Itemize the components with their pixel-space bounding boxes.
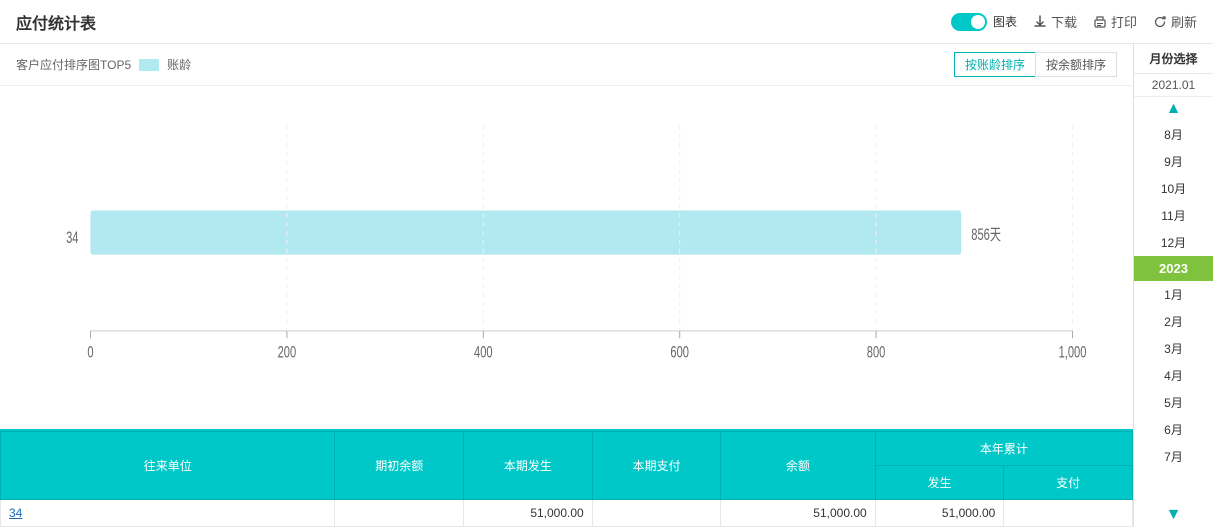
month-item-4[interactable]: 4月 (1134, 362, 1213, 389)
right-sidebar: 月份选择 2021.01 ▲ 8月 9月 10月 11月 12月 2023 1月… (1133, 44, 1213, 527)
main-content: 客户应付排序图TOP5 账龄 按账龄排序 按余额排序 34 856天 (0, 44, 1213, 527)
col-balance: 余额 (721, 432, 875, 500)
cell-balance: 51,000.00 (721, 500, 875, 527)
month-item-3[interactable]: 3月 (1134, 335, 1213, 362)
month-item-5[interactable]: 5月 (1134, 389, 1213, 416)
refresh-button[interactable]: 刷新 (1153, 12, 1197, 31)
month-item-11[interactable]: 11月 (1134, 202, 1213, 229)
scroll-up-button[interactable]: ▲ (1134, 97, 1213, 121)
col-unit: 往来单位 (1, 432, 335, 500)
page-title: 应付统计表 (16, 10, 96, 34)
col-ytd-label: 本年累计 (875, 432, 1132, 466)
bar-chart: 34 856天 0 200 400 600 (50, 96, 1113, 419)
year-badge-2023[interactable]: 2023 (1134, 256, 1213, 281)
col-ytd-occur: 发生 (875, 466, 1004, 500)
app-container: 应付统计表 图表 下载 打印 刷新 (0, 0, 1213, 527)
chart-header: 客户应付排序图TOP5 账龄 按账龄排序 按余额排序 (0, 44, 1133, 86)
month-item-12[interactable]: 12月 (1134, 229, 1213, 256)
table-wrapper: 往来单位 期初余额 本期发生 本期支付 余额 本年累计 发生 支付 (0, 431, 1133, 527)
scroll-down-button[interactable]: ▼ (1134, 503, 1213, 527)
cell-opening (335, 500, 464, 527)
table-section: 往来单位 期初余额 本期发生 本期支付 余额 本年累计 发生 支付 (0, 429, 1133, 527)
cell-unit: 34 (1, 500, 335, 527)
header-actions: 图表 下载 打印 刷新 (951, 12, 1197, 31)
legend-text: 客户应付排序图TOP5 (16, 56, 131, 73)
month-item-6[interactable]: 6月 (1134, 416, 1213, 443)
chart-toggle-wrap: 图表 (951, 13, 1017, 31)
col-ytd-pay: 支付 (1004, 466, 1133, 500)
chart-panel: 客户应付排序图TOP5 账龄 按账龄排序 按余额排序 34 856天 (0, 44, 1133, 527)
sidebar-year[interactable]: 2021.01 (1134, 74, 1213, 97)
month-item-9[interactable]: 9月 (1134, 148, 1213, 175)
cell-ytd-pay (1004, 500, 1133, 527)
refresh-icon (1153, 15, 1167, 29)
cell-current-occur: 51,000.00 (464, 500, 593, 527)
month-item-7[interactable]: 7月 (1134, 443, 1213, 470)
chart-area: 34 856天 0 200 400 600 (0, 86, 1133, 429)
unit-link[interactable]: 34 (9, 506, 22, 520)
table-row: 34 51,000.00 51,000.00 51,000.00 (1, 500, 1133, 527)
col-current-occur: 本期发生 (464, 432, 593, 500)
svg-text:0: 0 (87, 342, 93, 361)
chart-sort-buttons: 按账龄排序 按余额排序 (954, 52, 1117, 77)
chart-toggle[interactable] (951, 13, 987, 31)
print-icon (1093, 15, 1107, 29)
month-list: 8月 9月 10月 11月 12月 2023 1月 2月 3月 4月 5月 6月… (1134, 121, 1213, 503)
svg-text:34: 34 (66, 228, 79, 247)
svg-text:1,000: 1,000 (1059, 342, 1087, 361)
download-button[interactable]: 下载 (1033, 12, 1077, 31)
month-item-2[interactable]: 2月 (1134, 308, 1213, 335)
sort-by-balance-button[interactable]: 按余额排序 (1035, 52, 1117, 77)
chart-legend: 客户应付排序图TOP5 账龄 (16, 56, 191, 73)
svg-text:400: 400 (474, 342, 493, 361)
col-current-pay: 本期支付 (592, 432, 721, 500)
chart-toggle-label: 图表 (993, 13, 1017, 30)
sidebar-header: 月份选择 (1134, 44, 1213, 74)
svg-text:600: 600 (670, 342, 689, 361)
data-table: 往来单位 期初余额 本期发生 本期支付 余额 本年累计 发生 支付 (0, 431, 1133, 527)
cell-current-pay (592, 500, 721, 527)
svg-text:856天: 856天 (971, 225, 1001, 244)
legend-box (139, 59, 159, 71)
cell-ytd-occur: 51,000.00 (875, 500, 1004, 527)
month-item-8[interactable]: 8月 (1134, 121, 1213, 148)
download-icon (1033, 15, 1047, 29)
svg-text:800: 800 (867, 342, 886, 361)
print-button[interactable]: 打印 (1093, 12, 1137, 31)
sort-by-amount-button[interactable]: 按账龄排序 (954, 52, 1035, 77)
svg-text:200: 200 (278, 342, 297, 361)
legend-label: 账龄 (167, 56, 191, 73)
header: 应付统计表 图表 下载 打印 刷新 (0, 0, 1213, 44)
month-item-1[interactable]: 1月 (1134, 281, 1213, 308)
month-item-10[interactable]: 10月 (1134, 175, 1213, 202)
col-opening: 期初余额 (335, 432, 464, 500)
